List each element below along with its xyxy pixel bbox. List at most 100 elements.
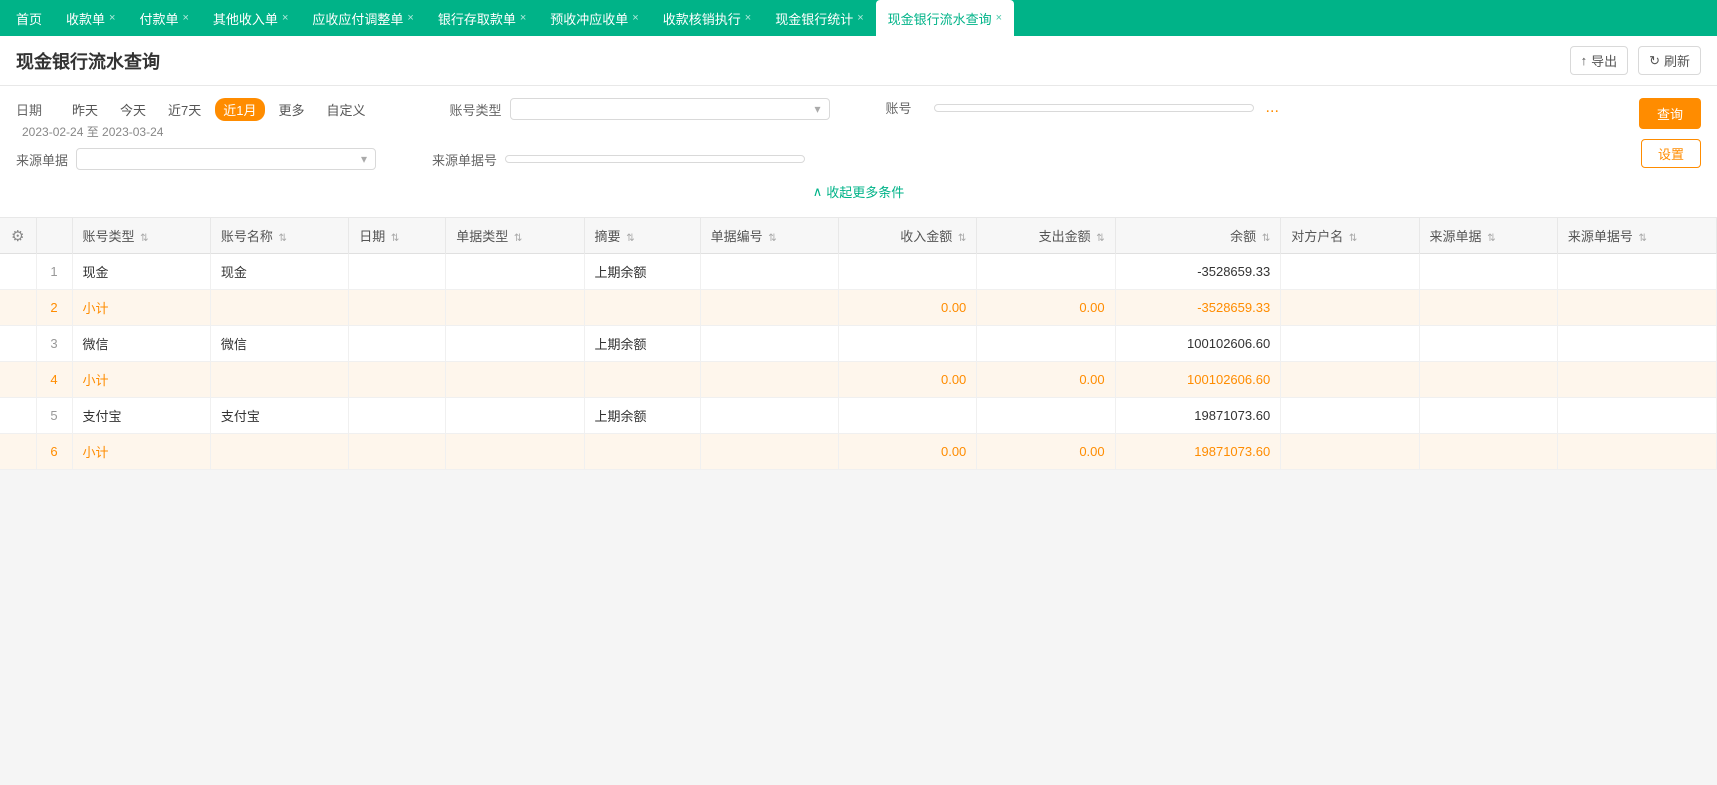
col-doc-type[interactable]: 单据类型 ⇅ (446, 218, 584, 254)
account-type-label: 账号类型 (450, 100, 502, 119)
collapse-bar[interactable]: ∧ 收起更多条件 (16, 178, 1701, 205)
col-balance[interactable]: 余额 ⇅ (1115, 218, 1281, 254)
close-icon[interactable]: × (109, 12, 115, 24)
nav-other-income[interactable]: 其他收入单 × (201, 0, 300, 36)
close-icon[interactable]: × (857, 12, 863, 24)
cell-source-doc-no (1557, 398, 1716, 434)
date-opt-1month[interactable]: 近1月 (215, 98, 264, 121)
settings-button[interactable]: 设置 (1641, 139, 1701, 168)
refresh-button[interactable]: ↻ 刷新 (1638, 46, 1701, 75)
cell-account-name (210, 362, 348, 398)
source-doc-no-input[interactable] (505, 155, 805, 163)
close-icon[interactable]: × (520, 12, 526, 24)
cell-balance: 100102606.60 (1115, 362, 1281, 398)
cell-source-doc-no (1557, 254, 1716, 290)
col-counterparty[interactable]: 对方户名 ⇅ (1281, 218, 1419, 254)
cell-gear (0, 290, 36, 326)
cell-source-doc (1419, 290, 1557, 326)
sort-icon: ⇅ (1096, 233, 1104, 244)
cell-num: 5 (36, 398, 72, 434)
cell-doc-type (446, 326, 584, 362)
cell-doc-no (700, 434, 838, 470)
cell-source-doc-no (1557, 290, 1716, 326)
cell-doc-no (700, 398, 838, 434)
cell-balance: -3528659.33 (1115, 290, 1281, 326)
col-summary[interactable]: 摘要 ⇅ (584, 218, 700, 254)
sort-icon: ⇅ (1487, 233, 1495, 244)
sort-icon: ⇅ (626, 233, 634, 244)
query-button[interactable]: 查询 (1639, 98, 1701, 129)
cell-source-doc (1419, 254, 1557, 290)
close-icon[interactable]: × (632, 12, 638, 24)
nav-bank-stats[interactable]: 现金银行统计 × (763, 0, 875, 36)
account-more-icon[interactable]: ... (1266, 99, 1279, 117)
col-income[interactable]: 收入金额 ⇅ (838, 218, 976, 254)
cell-date (349, 362, 446, 398)
cell-income (838, 254, 976, 290)
cell-account-type: 小计 (72, 434, 210, 470)
close-icon[interactable]: × (282, 12, 288, 24)
cell-expense (977, 254, 1115, 290)
table-row: 2小计0.000.00-3528659.33 (0, 290, 1717, 326)
cell-account-name (210, 434, 348, 470)
chevron-down-icon2: ▾ (361, 152, 367, 166)
nav-adjustment[interactable]: 应收应付调整单 × (300, 0, 425, 36)
cell-expense: 0.00 (977, 434, 1115, 470)
cell-summary: 上期余额 (584, 398, 700, 434)
gear-icon[interactable]: ⚙ (10, 227, 26, 245)
cell-source-doc-no (1557, 362, 1716, 398)
date-opt-more[interactable]: 更多 (271, 98, 313, 121)
cell-counterparty (1281, 326, 1419, 362)
close-icon[interactable]: × (996, 12, 1002, 24)
cell-date (349, 434, 446, 470)
nav-payment[interactable]: 付款单 × (127, 0, 200, 36)
cell-counterparty (1281, 434, 1419, 470)
date-range-text: 2023-02-24 至 2023-03-24 (22, 125, 163, 139)
col-source-doc-no[interactable]: 来源单据号 ⇅ (1557, 218, 1716, 254)
cell-account-name: 支付宝 (210, 398, 348, 434)
cell-expense: 0.00 (977, 362, 1115, 398)
col-doc-no[interactable]: 单据编号 ⇅ (700, 218, 838, 254)
account-input[interactable] (934, 104, 1254, 112)
close-icon[interactable]: × (407, 12, 413, 24)
cell-gear (0, 362, 36, 398)
col-row-num (36, 218, 72, 254)
col-account-type[interactable]: 账号类型 ⇅ (72, 218, 210, 254)
page-title: 现金银行流水查询 (16, 48, 160, 74)
top-nav: 首页 收款单 × 付款单 × 其他收入单 × 应收应付调整单 × 银行存取款单 … (0, 0, 1717, 36)
cell-account-type: 微信 (72, 326, 210, 362)
cell-account-name (210, 290, 348, 326)
source-doc-select[interactable]: ▾ (76, 148, 376, 170)
col-account-name[interactable]: 账号名称 ⇅ (210, 218, 348, 254)
sort-icon: ⇅ (1349, 233, 1357, 244)
account-type-select[interactable]: ▾ (510, 98, 830, 120)
cell-gear (0, 398, 36, 434)
cell-gear (0, 326, 36, 362)
col-date[interactable]: 日期 ⇅ (349, 218, 446, 254)
nav-bank-flow[interactable]: 现金银行流水查询 × (876, 0, 1014, 36)
cell-doc-no (700, 254, 838, 290)
date-opt-yesterday[interactable]: 昨天 (64, 98, 106, 121)
date-opt-7days[interactable]: 近7天 (160, 98, 209, 121)
nav-home[interactable]: 首页 (4, 0, 54, 36)
cell-balance: 19871073.60 (1115, 398, 1281, 434)
close-icon[interactable]: × (182, 12, 188, 24)
close-icon[interactable]: × (745, 12, 751, 24)
cell-balance: 100102606.60 (1115, 326, 1281, 362)
col-expense[interactable]: 支出金额 ⇅ (977, 218, 1115, 254)
date-opt-custom[interactable]: 自定义 (319, 98, 374, 121)
table-row: 1现金现金上期余额-3528659.33 (0, 254, 1717, 290)
col-gear: ⚙ (0, 218, 36, 254)
cell-doc-type (446, 398, 584, 434)
nav-advance[interactable]: 预收冲应收单 × (538, 0, 650, 36)
cell-date (349, 398, 446, 434)
cell-summary (584, 362, 700, 398)
sort-icon: ⇅ (514, 233, 522, 244)
col-source-doc[interactable]: 来源单据 ⇅ (1419, 218, 1557, 254)
export-button[interactable]: ↑ 导出 (1570, 46, 1629, 75)
nav-write-off[interactable]: 收款核销执行 × (651, 0, 763, 36)
date-opt-today[interactable]: 今天 (112, 98, 154, 121)
nav-bank-deposit[interactable]: 银行存取款单 × (426, 0, 538, 36)
nav-receipt[interactable]: 收款单 × (54, 0, 127, 36)
cell-balance: 19871073.60 (1115, 434, 1281, 470)
